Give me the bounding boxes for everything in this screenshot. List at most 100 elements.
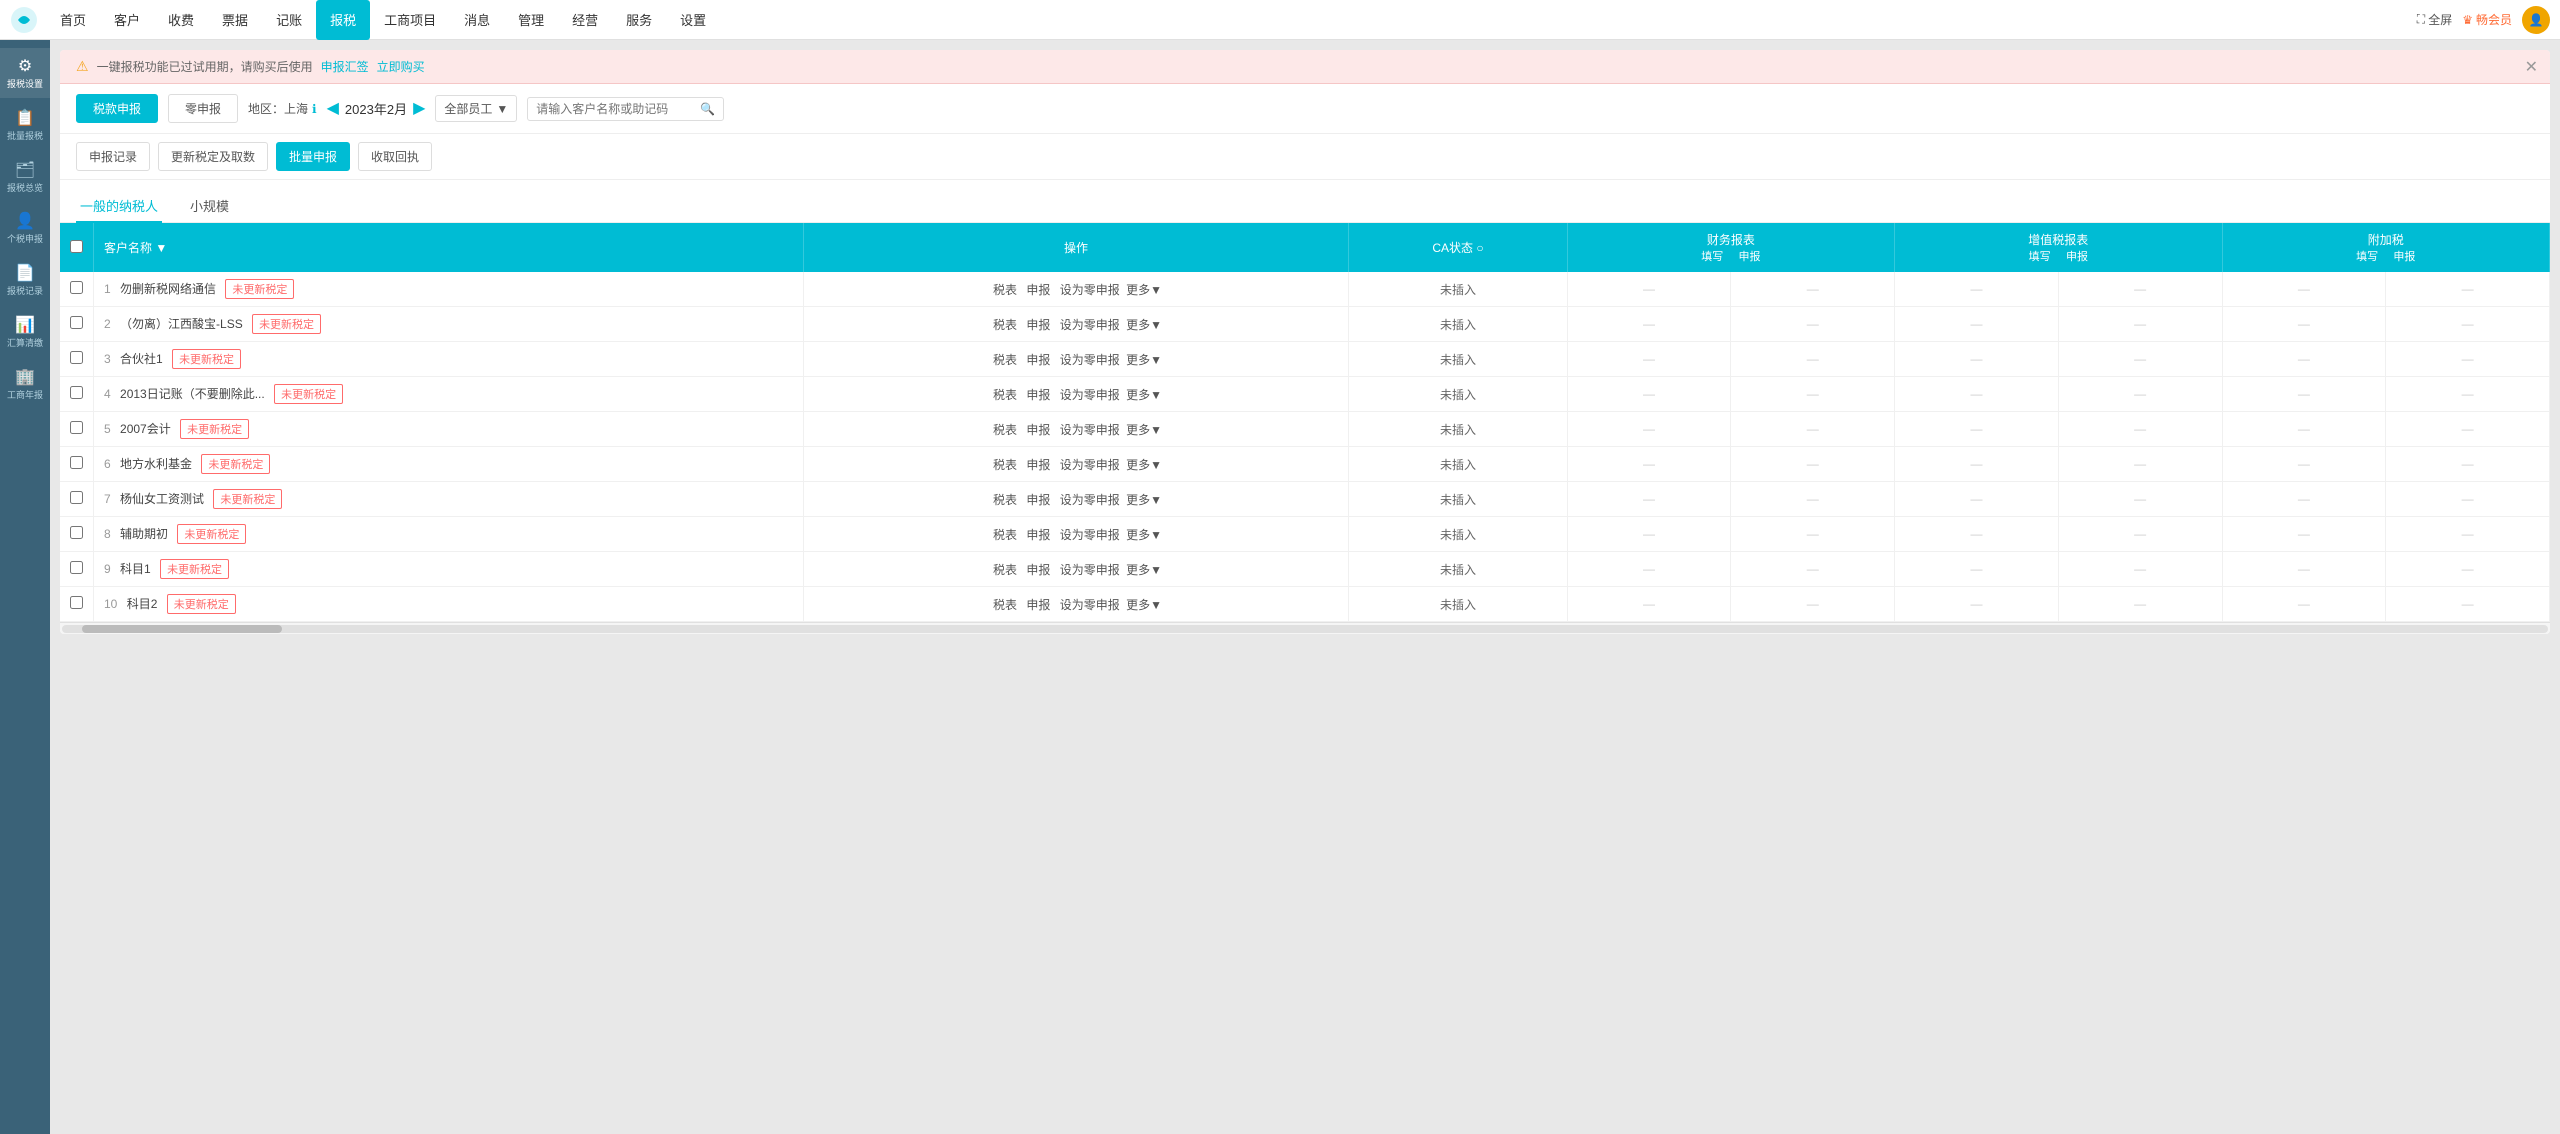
scrollbar-thumb[interactable]	[82, 625, 282, 633]
set-zero-link[interactable]: 设为零申报	[1060, 493, 1120, 507]
more-link[interactable]: 更多▼	[1126, 563, 1162, 577]
tax-table-link[interactable]: 税表	[993, 283, 1017, 297]
row-checkbox[interactable]	[70, 596, 83, 609]
sidebar-item-tax-record[interactable]: 📄 报税记录	[0, 255, 50, 305]
declare-link[interactable]: 申报	[1026, 283, 1050, 297]
select-all-checkbox[interactable]	[70, 240, 83, 253]
banner-close-button[interactable]: ✕	[2525, 57, 2538, 77]
more-link[interactable]: 更多▼	[1126, 423, 1162, 437]
member-button[interactable]: ♛ 畅会员	[2462, 11, 2512, 28]
row-checkbox-cell[interactable]	[60, 552, 94, 587]
tax-table-link[interactable]: 税表	[993, 318, 1017, 332]
set-zero-link[interactable]: 设为零申报	[1060, 458, 1120, 472]
row-checkbox[interactable]	[70, 421, 83, 434]
more-link[interactable]: 更多▼	[1126, 353, 1162, 367]
set-zero-link[interactable]: 设为零申报	[1060, 423, 1120, 437]
sidebar-item-annual-settlement[interactable]: 📊 汇算清缴	[0, 307, 50, 357]
tax-table-link[interactable]: 税表	[993, 598, 1017, 612]
nav-invoice[interactable]: 票据	[208, 0, 262, 40]
tax-table-link[interactable]: 税表	[993, 458, 1017, 472]
more-link[interactable]: 更多▼	[1126, 318, 1162, 332]
row-checkbox[interactable]	[70, 491, 83, 504]
declare-link[interactable]: 申报	[1026, 388, 1050, 402]
shougui-button[interactable]: 收取回执	[358, 142, 432, 171]
declare-link[interactable]: 申报	[1026, 318, 1050, 332]
tax-declare-tab[interactable]: 税款申报	[76, 94, 158, 123]
sidebar-item-tax-settings[interactable]: ⚙ 报税设置	[0, 48, 50, 98]
gengxin-button[interactable]: 更新税定及取数	[158, 142, 268, 171]
row-checkbox[interactable]	[70, 351, 83, 364]
tab-general-taxpayer[interactable]: 一般的纳税人	[76, 190, 162, 223]
row-checkbox[interactable]	[70, 386, 83, 399]
buy-link[interactable]: 立即购买	[377, 58, 425, 75]
declare-link[interactable]: 申报	[1026, 458, 1050, 472]
tax-table-link[interactable]: 税表	[993, 563, 1017, 577]
horizontal-scrollbar[interactable]	[60, 622, 2550, 634]
zero-declare-tab[interactable]: 零申报	[168, 94, 238, 123]
nav-business[interactable]: 工商项目	[370, 0, 450, 40]
department-selector[interactable]: 全部员工 ▼	[435, 95, 517, 122]
more-link[interactable]: 更多▼	[1126, 283, 1162, 297]
row-checkbox-cell[interactable]	[60, 307, 94, 342]
row-checkbox[interactable]	[70, 281, 83, 294]
nav-manage[interactable]: 管理	[504, 0, 558, 40]
more-link[interactable]: 更多▼	[1126, 528, 1162, 542]
set-zero-link[interactable]: 设为零申报	[1060, 353, 1120, 367]
row-checkbox-cell[interactable]	[60, 587, 94, 622]
row-checkbox[interactable]	[70, 316, 83, 329]
tab-small-scale[interactable]: 小规模	[186, 190, 233, 223]
nav-message[interactable]: 消息	[450, 0, 504, 40]
row-checkbox-cell[interactable]	[60, 412, 94, 447]
avatar[interactable]: 👤	[2522, 6, 2550, 34]
row-checkbox-cell[interactable]	[60, 517, 94, 552]
tax-table-link[interactable]: 税表	[993, 388, 1017, 402]
row-checkbox-cell[interactable]	[60, 482, 94, 517]
row-checkbox-cell[interactable]	[60, 447, 94, 482]
tax-table-link[interactable]: 税表	[993, 493, 1017, 507]
set-zero-link[interactable]: 设为零申报	[1060, 318, 1120, 332]
declare-link[interactable]: 申报	[1026, 528, 1050, 542]
nav-service[interactable]: 服务	[612, 0, 666, 40]
nav-home[interactable]: 首页	[46, 0, 100, 40]
nav-fee[interactable]: 收费	[154, 0, 208, 40]
tax-table-link[interactable]: 税表	[993, 353, 1017, 367]
row-checkbox-cell[interactable]	[60, 377, 94, 412]
more-link[interactable]: 更多▼	[1126, 388, 1162, 402]
nav-tax[interactable]: 报税	[316, 0, 370, 40]
set-zero-link[interactable]: 设为零申报	[1060, 598, 1120, 612]
prev-month-button[interactable]: ◀	[327, 101, 339, 117]
search-input[interactable]	[536, 102, 696, 116]
set-zero-link[interactable]: 设为零申报	[1060, 388, 1120, 402]
more-link[interactable]: 更多▼	[1126, 458, 1162, 472]
declare-link[interactable]: 申报	[1026, 598, 1050, 612]
set-zero-link[interactable]: 设为零申报	[1060, 528, 1120, 542]
next-month-button[interactable]: ▶	[413, 101, 425, 117]
row-checkbox[interactable]	[70, 456, 83, 469]
sidebar-item-tax-overview[interactable]: 🗂 报税总览	[0, 152, 50, 202]
sidebar-item-annual-report[interactable]: 🏢 工商年报	[0, 359, 50, 409]
sidebar-item-personal-tax[interactable]: 👤 个税申报	[0, 203, 50, 253]
shenbaohui-link[interactable]: 申报汇签	[321, 58, 369, 75]
tax-table-link[interactable]: 税表	[993, 528, 1017, 542]
more-link[interactable]: 更多▼	[1126, 493, 1162, 507]
fullscreen-button[interactable]: ⛶ 全屏	[2417, 11, 2452, 28]
tax-table-link[interactable]: 税表	[993, 423, 1017, 437]
row-checkbox-cell[interactable]	[60, 272, 94, 307]
declare-link[interactable]: 申报	[1026, 493, 1050, 507]
sidebar-item-batch-tax[interactable]: 📋 批量报税	[0, 100, 50, 150]
declare-link[interactable]: 申报	[1026, 353, 1050, 367]
row-checkbox[interactable]	[70, 561, 83, 574]
piliang-button[interactable]: 批量申报	[276, 142, 350, 171]
set-zero-link[interactable]: 设为零申报	[1060, 283, 1120, 297]
declare-link[interactable]: 申报	[1026, 563, 1050, 577]
nav-customer[interactable]: 客户	[100, 0, 154, 40]
shenbaojilu-button[interactable]: 申报记录	[76, 142, 150, 171]
declare-link[interactable]: 申报	[1026, 423, 1050, 437]
row-checkbox[interactable]	[70, 526, 83, 539]
nav-operation[interactable]: 经营	[558, 0, 612, 40]
nav-ledger[interactable]: 记账	[262, 0, 316, 40]
set-zero-link[interactable]: 设为零申报	[1060, 563, 1120, 577]
nav-settings[interactable]: 设置	[666, 0, 720, 40]
search-box[interactable]: 🔍	[527, 97, 724, 121]
more-link[interactable]: 更多▼	[1126, 598, 1162, 612]
